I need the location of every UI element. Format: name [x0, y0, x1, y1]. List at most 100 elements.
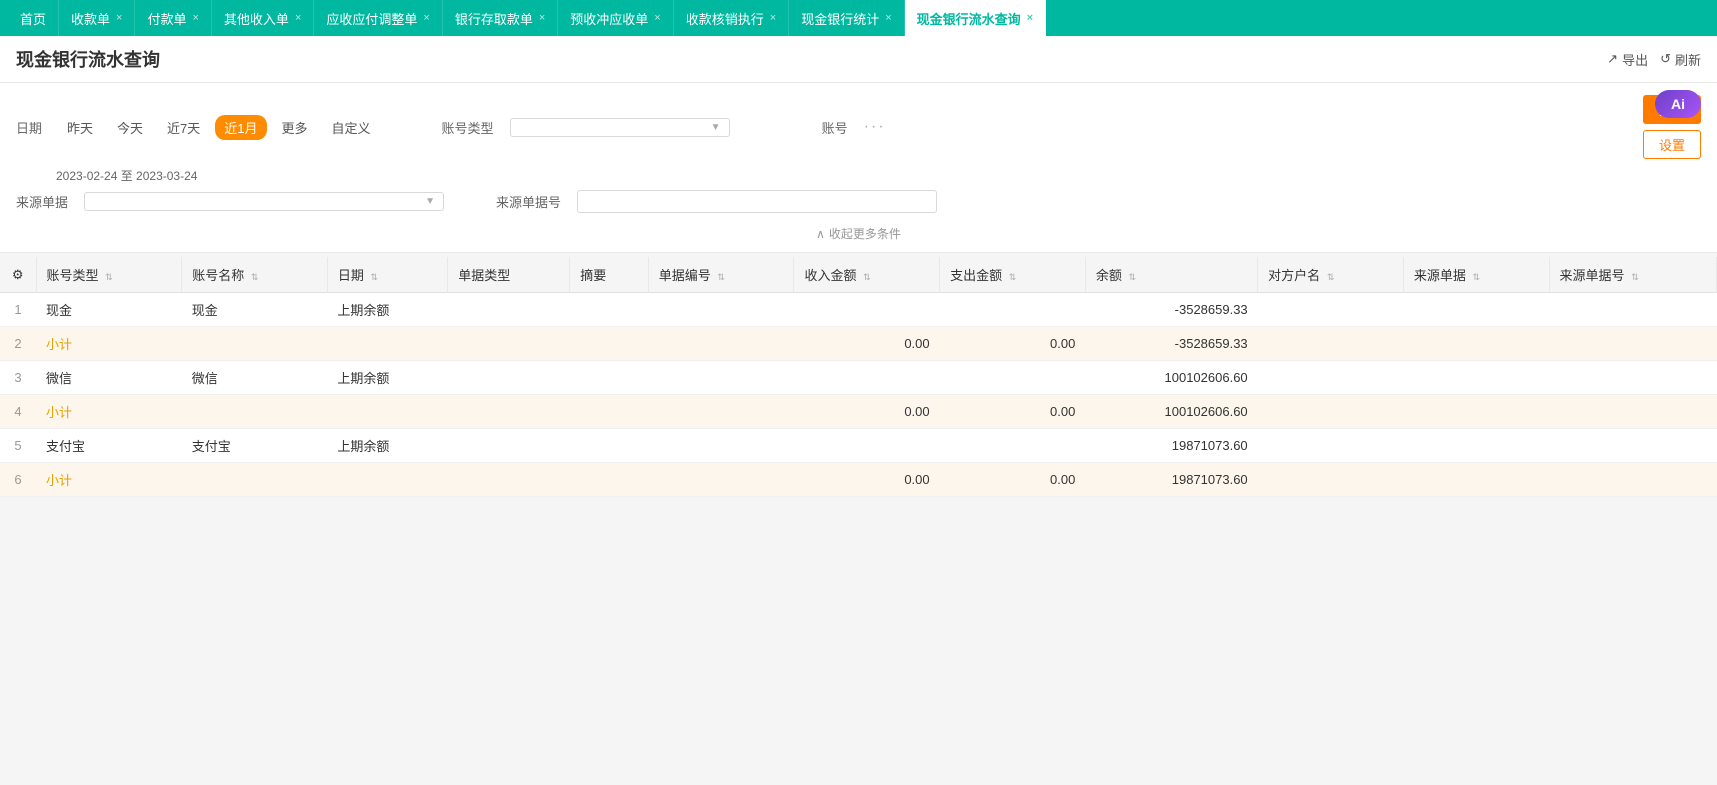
source-doc-no-input[interactable] [577, 190, 937, 213]
cell-account_name: 微信 [182, 361, 328, 395]
sort-icon-counterparty: ⇅ [1327, 272, 1335, 283]
close-icon-payment[interactable]: × [192, 12, 198, 24]
cell-counterparty [1258, 361, 1404, 395]
nav-item-receipt[interactable]: 收款单 × [59, 0, 135, 36]
th-account-type[interactable]: 账号类型 ⇅ [36, 257, 182, 293]
cell-balance: -3528659.33 [1085, 293, 1257, 327]
cell-account_type: 现金 [36, 293, 182, 327]
th-date[interactable]: 日期 ⇅ [327, 257, 447, 293]
export-icon: ↗ [1607, 51, 1618, 67]
th-expense[interactable]: 支出金额 ⇅ [940, 257, 1086, 293]
cell-doc_type [448, 429, 570, 463]
th-settings[interactable]: ⚙ [0, 257, 36, 293]
table-header-row: ⚙ 账号类型 ⇅ 账号名称 ⇅ 日期 ⇅ 单据类型 摘要 [0, 257, 1717, 293]
nav-label-receipt: 收款单 [71, 9, 110, 28]
nav-label-other-income: 其他收入单 [224, 9, 289, 28]
close-icon-prepay[interactable]: × [654, 12, 660, 24]
th-summary[interactable]: 摘要 [570, 257, 649, 293]
cell-date [327, 327, 447, 361]
account-dots[interactable]: ··· [864, 118, 886, 136]
cell-summary [570, 395, 649, 429]
sort-icon-doc-no: ⇅ [717, 272, 725, 283]
th-income[interactable]: 收入金额 ⇅ [794, 257, 940, 293]
cell-source_doc [1403, 429, 1549, 463]
cell-source_doc_no [1549, 429, 1716, 463]
cell-balance: 100102606.60 [1085, 361, 1257, 395]
nav-item-verify[interactable]: 收款核销执行 × [674, 0, 789, 36]
table-row[interactable]: 3微信微信上期余额100102606.60 [0, 361, 1717, 395]
top-nav: 首页 收款单 × 付款单 × 其他收入单 × 应收应付调整单 × 银行存取款单 … [0, 0, 1717, 36]
collapse-label: 收起更多条件 [829, 225, 901, 242]
cell-doc_no [648, 293, 794, 327]
th-counterparty[interactable]: 对方户名 ⇅ [1258, 257, 1404, 293]
cell-date: 上期余额 [327, 293, 447, 327]
filter-row-1: 日期 昨天 今天 近7天 近1月 更多 自定义 账号类型 ▼ 账号 ··· 查询… [16, 95, 1701, 159]
th-doc-no[interactable]: 单据编号 ⇅ [648, 257, 794, 293]
nav-item-cash-flow[interactable]: 现金银行流水查询 × [905, 0, 1046, 36]
settings-button[interactable]: 设置 [1643, 130, 1701, 159]
close-icon-bank-deposit[interactable]: × [539, 12, 545, 24]
date-btn-yesterday[interactable]: 昨天 [58, 115, 102, 140]
cell-summary [570, 463, 649, 497]
nav-item-home[interactable]: 首页 [8, 0, 59, 36]
table-row[interactable]: 1现金现金上期余额-3528659.33 [0, 293, 1717, 327]
account-type-arrow-icon: ▼ [711, 122, 721, 133]
cell-doc_type [448, 327, 570, 361]
cell-income [794, 361, 940, 395]
cell-source_doc_no [1549, 395, 1716, 429]
date-range-display: 2023-02-24 至 2023-03-24 [56, 167, 197, 184]
refresh-button[interactable]: ↺ 刷新 [1660, 50, 1701, 69]
ai-button[interactable]: Ai [1655, 90, 1701, 118]
cell-expense [940, 293, 1086, 327]
cell-balance: 19871073.60 [1085, 463, 1257, 497]
close-icon-other-income[interactable]: × [295, 12, 301, 24]
cell-summary [570, 327, 649, 361]
cell-summary [570, 429, 649, 463]
th-doc-type[interactable]: 单据类型 [448, 257, 570, 293]
date-btn-more[interactable]: 更多 [273, 115, 317, 140]
th-account-name[interactable]: 账号名称 ⇅ [182, 257, 328, 293]
cell-account_type: 小计 [36, 463, 182, 497]
th-source-doc-no[interactable]: 来源单据号 ⇅ [1549, 257, 1716, 293]
source-doc-select[interactable]: ▼ [84, 192, 444, 211]
nav-item-other-income[interactable]: 其他收入单 × [212, 0, 314, 36]
cell-source_doc_no [1549, 463, 1716, 497]
table-row[interactable]: 2小计0.000.00-3528659.33 [0, 327, 1717, 361]
table-row[interactable]: 4小计0.000.00100102606.60 [0, 395, 1717, 429]
refresh-label: 刷新 [1675, 50, 1701, 69]
nav-label-adjustment: 应收应付调整单 [326, 9, 417, 28]
collapse-up-icon: ∧ [816, 227, 825, 241]
close-icon-adjustment[interactable]: × [423, 12, 429, 24]
nav-item-prepay[interactable]: 预收冲应收单 × [558, 0, 673, 36]
account-type-label: 账号类型 [442, 118, 494, 137]
date-options: 昨天 今天 近7天 近1月 更多 自定义 [58, 115, 380, 140]
nav-label-prepay: 预收冲应收单 [570, 9, 648, 28]
date-btn-custom[interactable]: 自定义 [323, 115, 380, 140]
date-btn-today[interactable]: 今天 [108, 115, 152, 140]
th-account-name-label: 账号名称 [192, 268, 244, 283]
table-row[interactable]: 5支付宝支付宝上期余额19871073.60 [0, 429, 1717, 463]
date-btn-1month[interactable]: 近1月 [215, 115, 266, 140]
export-button[interactable]: ↗ 导出 [1607, 50, 1648, 69]
close-icon-receipt[interactable]: × [116, 12, 122, 24]
nav-label-verify: 收款核销执行 [686, 9, 764, 28]
nav-item-payment[interactable]: 付款单 × [135, 0, 211, 36]
date-btn-7days[interactable]: 近7天 [158, 115, 209, 140]
nav-item-bank-deposit[interactable]: 银行存取款单 × [443, 0, 558, 36]
cell-income: 0.00 [794, 327, 940, 361]
th-balance[interactable]: 余额 ⇅ [1085, 257, 1257, 293]
cell-index: 2 [0, 327, 36, 361]
collapse-bar[interactable]: ∧ 收起更多条件 [16, 221, 1701, 244]
account-type-select[interactable]: ▼ [510, 118, 730, 137]
nav-item-cash-stat[interactable]: 现金银行统计 × [789, 0, 904, 36]
cell-balance: 100102606.60 [1085, 395, 1257, 429]
close-icon-verify[interactable]: × [770, 12, 776, 24]
th-source-doc[interactable]: 来源单据 ⇅ [1403, 257, 1549, 293]
cell-doc_no [648, 429, 794, 463]
close-icon-cash-stat[interactable]: × [885, 12, 891, 24]
th-source-doc-no-label: 来源单据号 [1560, 268, 1625, 283]
nav-item-adjustment[interactable]: 应收应付调整单 × [314, 0, 442, 36]
th-doc-type-label: 单据类型 [458, 268, 510, 283]
close-icon-cash-flow[interactable]: × [1027, 12, 1033, 24]
table-row[interactable]: 6小计0.000.0019871073.60 [0, 463, 1717, 497]
